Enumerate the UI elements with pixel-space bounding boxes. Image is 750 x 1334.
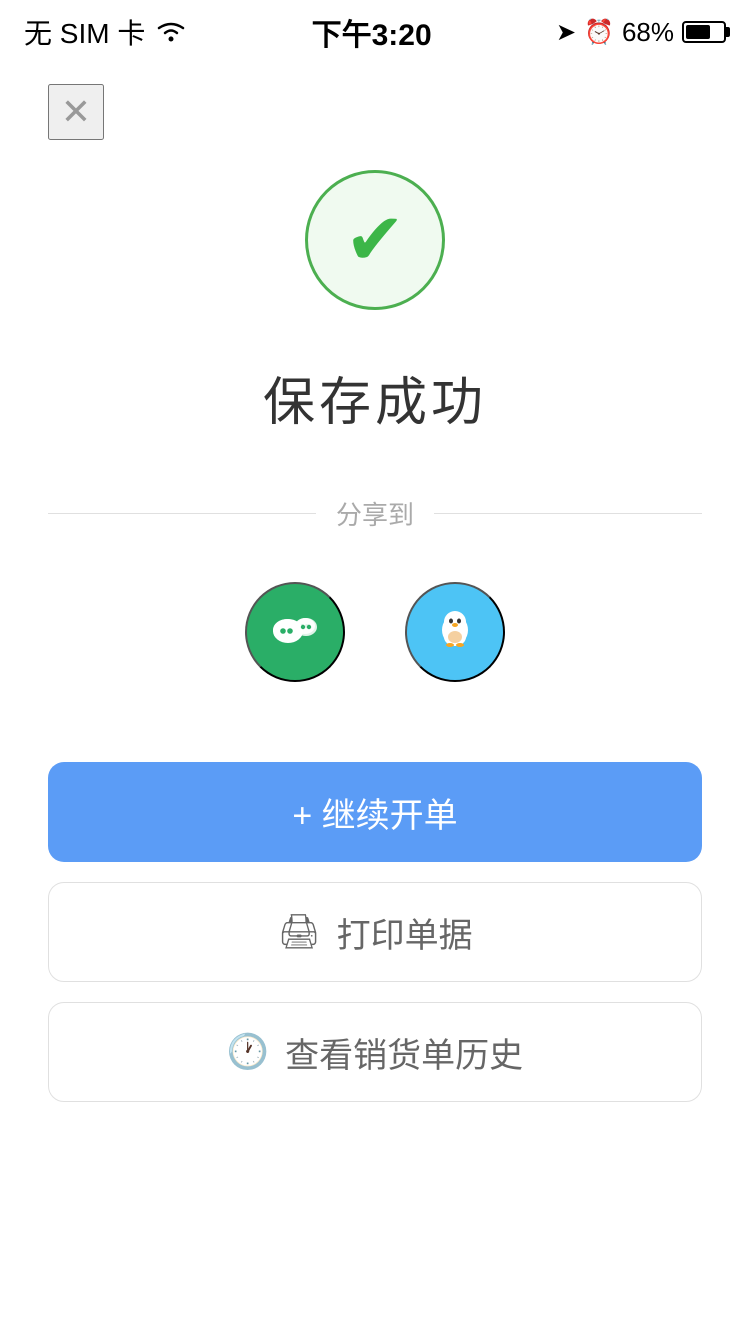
battery-text: 68% [622, 17, 674, 48]
divider-right [434, 513, 702, 514]
close-button[interactable]: ✕ [48, 84, 104, 140]
location-icon: ➤ [556, 18, 576, 47]
continue-button-label: + 继续开单 [292, 788, 457, 837]
divider-left [48, 513, 316, 514]
battery-icon [682, 21, 726, 43]
qq-icon [427, 604, 483, 660]
close-icon: ✕ [61, 94, 91, 130]
status-bar-right: ➤ ⏰ 68% [556, 17, 726, 48]
success-circle: ✔ [305, 170, 445, 310]
wechat-icon [265, 602, 325, 662]
wifi-icon [155, 20, 187, 44]
alarm-icon: ⏰ [584, 18, 614, 47]
status-bar-time: 下午3:20 [312, 10, 432, 54]
share-label: 分享到 [336, 495, 414, 532]
action-buttons: + 继续开单 🖨 打印单据 🕐 查看销货单历史 [48, 762, 702, 1102]
share-divider: 分享到 [48, 495, 702, 532]
print-button[interactable]: 🖨 打印单据 [48, 882, 702, 982]
print-icon: 🖨 [277, 915, 320, 949]
print-button-label: 打印单据 [337, 908, 473, 957]
share-wechat-button[interactable] [245, 582, 345, 682]
continue-button[interactable]: + 继续开单 [48, 762, 702, 862]
history-button-label: 查看销货单历史 [285, 1028, 523, 1077]
share-qq-button[interactable] [405, 582, 505, 682]
share-icons [245, 582, 505, 682]
checkmark-icon: ✔ [345, 204, 405, 276]
battery-fill [686, 25, 710, 39]
carrier-text: 无 SIM 卡 [24, 12, 145, 52]
success-title: 保存成功 [263, 360, 487, 435]
history-button[interactable]: 🕐 查看销货单历史 [48, 1002, 702, 1102]
status-bar-left: 无 SIM 卡 [24, 12, 187, 52]
history-icon: 🕐 [227, 1035, 269, 1069]
status-bar: 无 SIM 卡 下午3:20 ➤ ⏰ 68% [0, 0, 750, 64]
main-content: ✕ ✔ 保存成功 分享到 [0, 64, 750, 1122]
